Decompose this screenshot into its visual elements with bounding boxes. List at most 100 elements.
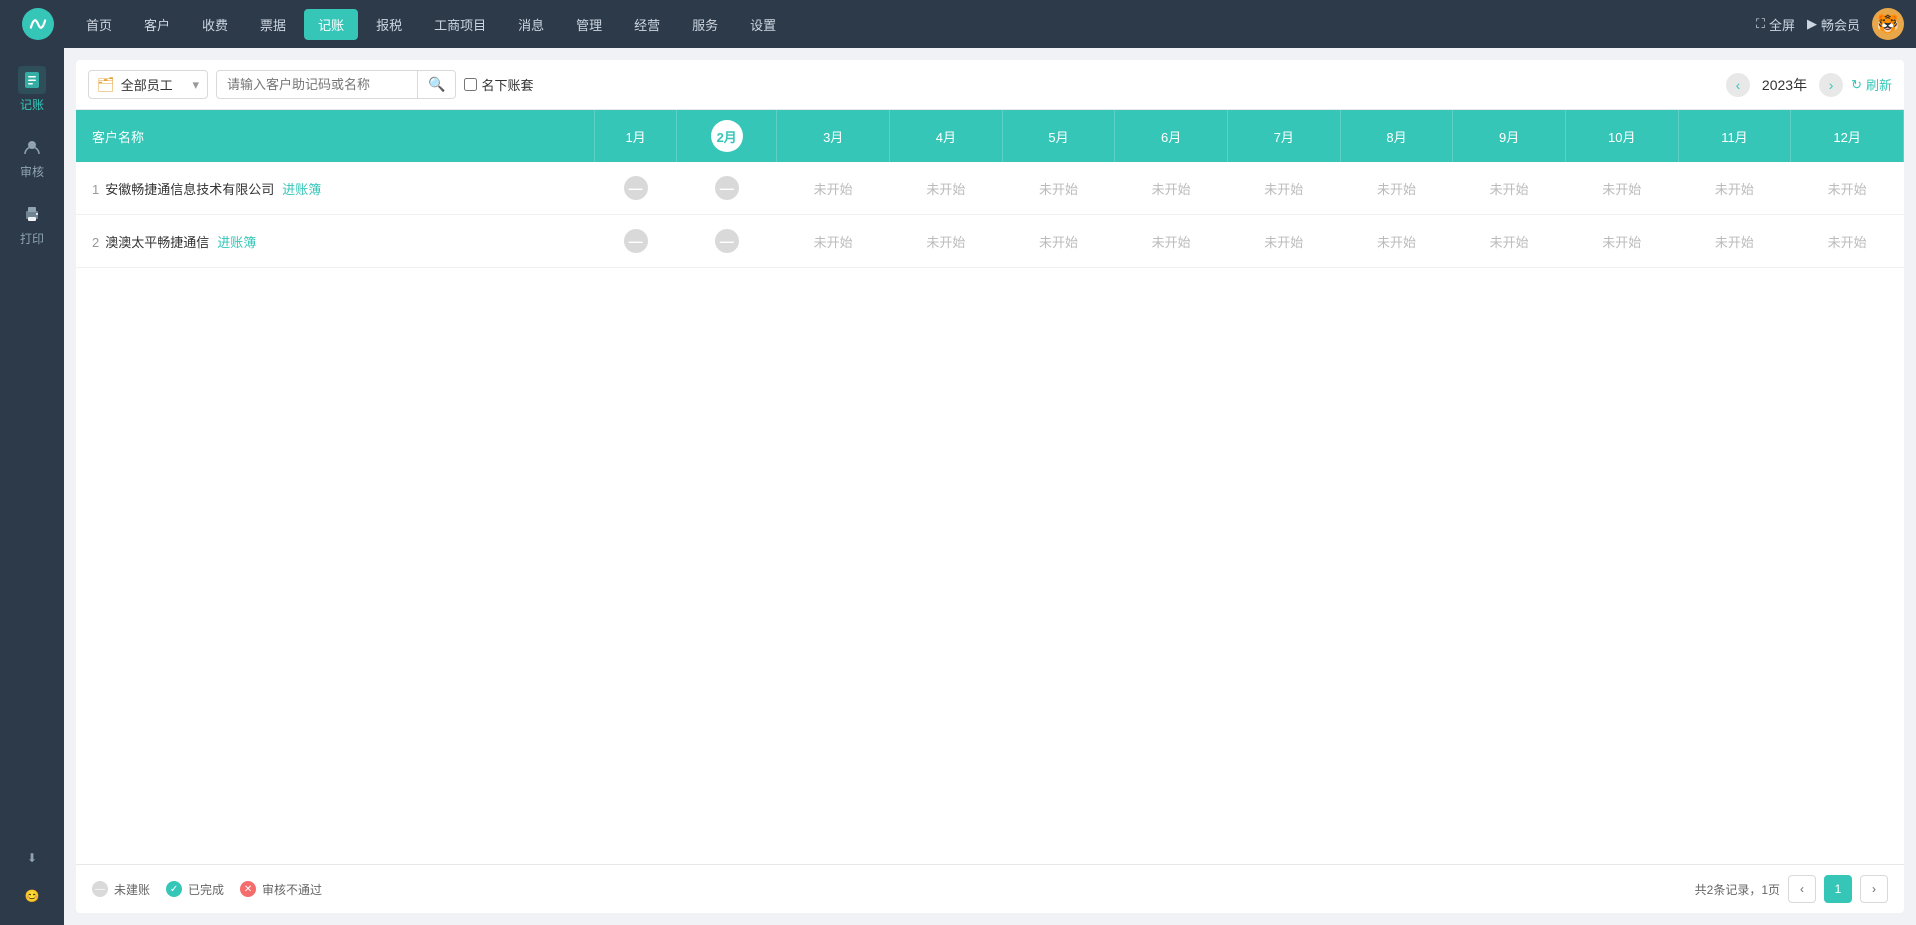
legend-label-not-started: 未建账 bbox=[114, 881, 150, 898]
cell-m12: 未开始 bbox=[1791, 162, 1904, 215]
prev-year-button[interactable]: ‹ bbox=[1726, 73, 1750, 97]
avatar[interactable]: 🐯 bbox=[1872, 8, 1904, 40]
dash-icon: — bbox=[624, 176, 648, 200]
cell-m12: 未开始 bbox=[1791, 215, 1904, 268]
col-header-m2: 2月 bbox=[677, 110, 777, 162]
nav-items: 首页 客户 收费 票据 记账 报税 工商项目 消息 管理 经营 服务 设置 bbox=[72, 9, 1756, 40]
cell-m8: 未开始 bbox=[1340, 162, 1453, 215]
vip-label: 畅会员 bbox=[1821, 15, 1860, 34]
legend-label-rejected: 审核不通过 bbox=[262, 881, 322, 898]
nav-accounting[interactable]: 记账 bbox=[304, 9, 358, 40]
col-header-name: 客户名称 bbox=[76, 110, 595, 162]
employee-select[interactable]: 🗂 全部员工 ▾ bbox=[88, 70, 208, 99]
refresh-button[interactable]: ↻ 刷新 bbox=[1851, 75, 1892, 94]
cell-m11: 未开始 bbox=[1678, 215, 1791, 268]
content: 🗂 全部员工 ▾ 🔍 名下账套 ‹ 2023年 › bbox=[64, 48, 1916, 925]
top-nav: 首页 客户 收费 票据 记账 报税 工商项目 消息 管理 经营 服务 设置 ⛶ … bbox=[0, 0, 1916, 48]
nav-invoice[interactable]: 票据 bbox=[246, 9, 300, 40]
next-page-button[interactable]: › bbox=[1860, 875, 1888, 903]
nav-right: ⛶ 全屏 ▶ 畅会员 🐯 bbox=[1756, 8, 1904, 40]
cell-m1: — bbox=[595, 162, 677, 215]
next-year-button[interactable]: › bbox=[1819, 73, 1843, 97]
table-wrap: 客户名称 1月 2月 3月 4月 5月 6月 7月 bbox=[76, 110, 1904, 864]
nav-settings[interactable]: 设置 bbox=[736, 9, 790, 40]
cell-m1: — bbox=[595, 215, 677, 268]
col-header-m5: 5月 bbox=[1002, 110, 1115, 162]
not-started-text: 未开始 bbox=[1602, 182, 1641, 197]
legend-dot-red: ✕ bbox=[240, 881, 256, 897]
search-input[interactable] bbox=[217, 72, 417, 97]
prev-page-button[interactable]: ‹ bbox=[1788, 875, 1816, 903]
table-row: 1安徽畅捷通信息技术有限公司进账簿——未开始未开始未开始未开始未开始未开始未开始… bbox=[76, 162, 1904, 215]
nav-message[interactable]: 消息 bbox=[504, 9, 558, 40]
col-header-m9: 9月 bbox=[1453, 110, 1566, 162]
not-started-text: 未开始 bbox=[1152, 182, 1191, 197]
employee-label: 全部员工 bbox=[121, 75, 173, 94]
col-header-m12: 12月 bbox=[1791, 110, 1904, 162]
fullscreen-button[interactable]: ⛶ 全屏 bbox=[1756, 15, 1795, 34]
page-1-button[interactable]: 1 bbox=[1824, 875, 1852, 903]
cell-m3: 未开始 bbox=[777, 215, 890, 268]
year-label: 2023年 bbox=[1762, 75, 1807, 95]
sidebar-item-review[interactable]: 审核 bbox=[0, 123, 64, 190]
not-started-text: 未开始 bbox=[814, 235, 853, 250]
not-started-text: 未开始 bbox=[1715, 182, 1754, 197]
play-icon: ▶ bbox=[1807, 16, 1817, 32]
not-started-text: 未开始 bbox=[1264, 235, 1303, 250]
cell-m2: — bbox=[677, 215, 777, 268]
nav-charge[interactable]: 收费 bbox=[188, 9, 242, 40]
legend-rejected: ✕ 审核不通过 bbox=[240, 881, 322, 898]
sidebar: 记账 审核 打印 ⬇ bbox=[0, 48, 64, 925]
jinzhang-link[interactable]: 进账簿 bbox=[282, 182, 321, 197]
search-button[interactable]: 🔍 bbox=[417, 71, 455, 98]
not-started-text: 未开始 bbox=[1039, 182, 1078, 197]
not-started-text: 未开始 bbox=[1377, 182, 1416, 197]
sidebar-item-print[interactable]: 打印 bbox=[0, 190, 64, 257]
not-started-text: 未开始 bbox=[926, 182, 965, 197]
sidebar-label-print: 打印 bbox=[20, 230, 44, 247]
not-started-text: 未开始 bbox=[1490, 182, 1529, 197]
footer: — 未建账 ✓ 已完成 ✕ 审核不通过 共2条记录，1页 ‹ 1 › bbox=[76, 864, 1904, 913]
cell-m3: 未开始 bbox=[777, 162, 890, 215]
legend-label-completed: 已完成 bbox=[188, 881, 224, 898]
accounting-icon bbox=[18, 66, 46, 94]
col-header-m7: 7月 bbox=[1227, 110, 1340, 162]
jinzhang-link[interactable]: 进账簿 bbox=[217, 235, 256, 250]
year-nav: ‹ 2023年 › bbox=[1726, 73, 1843, 97]
sidebar-label-review: 审核 bbox=[20, 163, 44, 180]
active-month-circle: 2月 bbox=[711, 120, 743, 152]
review-icon bbox=[18, 133, 46, 161]
nav-tax[interactable]: 报税 bbox=[362, 9, 416, 40]
print-icon bbox=[18, 200, 46, 228]
vip-button[interactable]: ▶ 畅会员 bbox=[1807, 15, 1860, 34]
nav-service[interactable]: 服务 bbox=[678, 9, 732, 40]
refresh-label: 刷新 bbox=[1866, 75, 1892, 94]
sidebar-support[interactable]: 😊 bbox=[0, 879, 64, 913]
cell-m9: 未开始 bbox=[1453, 162, 1566, 215]
row-name-cell: 1安徽畅捷通信息技术有限公司进账簿 bbox=[76, 162, 595, 215]
total-text: 共2条记录，1页 bbox=[1695, 881, 1780, 898]
sidebar-item-accounting[interactable]: 记账 bbox=[0, 56, 64, 123]
content-inner: 🗂 全部员工 ▾ 🔍 名下账套 ‹ 2023年 › bbox=[76, 60, 1904, 913]
cell-m4: 未开始 bbox=[890, 162, 1003, 215]
search-input-wrap: 🔍 bbox=[216, 70, 456, 99]
nav-operate[interactable]: 经营 bbox=[620, 9, 674, 40]
name-filter-checkbox[interactable] bbox=[464, 78, 477, 91]
toolbar: 🗂 全部员工 ▾ 🔍 名下账套 ‹ 2023年 › bbox=[76, 60, 1904, 110]
not-started-text: 未开始 bbox=[1039, 235, 1078, 250]
nav-home[interactable]: 首页 bbox=[72, 9, 126, 40]
sidebar-download[interactable]: ⬇ bbox=[0, 841, 64, 875]
cell-m9: 未开始 bbox=[1453, 215, 1566, 268]
col-header-m1: 1月 bbox=[595, 110, 677, 162]
nav-manage[interactable]: 管理 bbox=[562, 9, 616, 40]
dash-icon: — bbox=[624, 229, 648, 253]
nav-customer[interactable]: 客户 bbox=[130, 9, 184, 40]
main-table: 客户名称 1月 2月 3月 4月 5月 6月 7月 bbox=[76, 110, 1904, 268]
checkbox-wrap[interactable]: 名下账套 bbox=[464, 75, 533, 94]
employee-icon: 🗂 bbox=[97, 76, 115, 93]
not-started-text: 未开始 bbox=[1828, 182, 1867, 197]
nav-business[interactable]: 工商项目 bbox=[420, 9, 500, 40]
cell-m11: 未开始 bbox=[1678, 162, 1791, 215]
dash-icon: — bbox=[715, 229, 739, 253]
cell-m2: — bbox=[677, 162, 777, 215]
